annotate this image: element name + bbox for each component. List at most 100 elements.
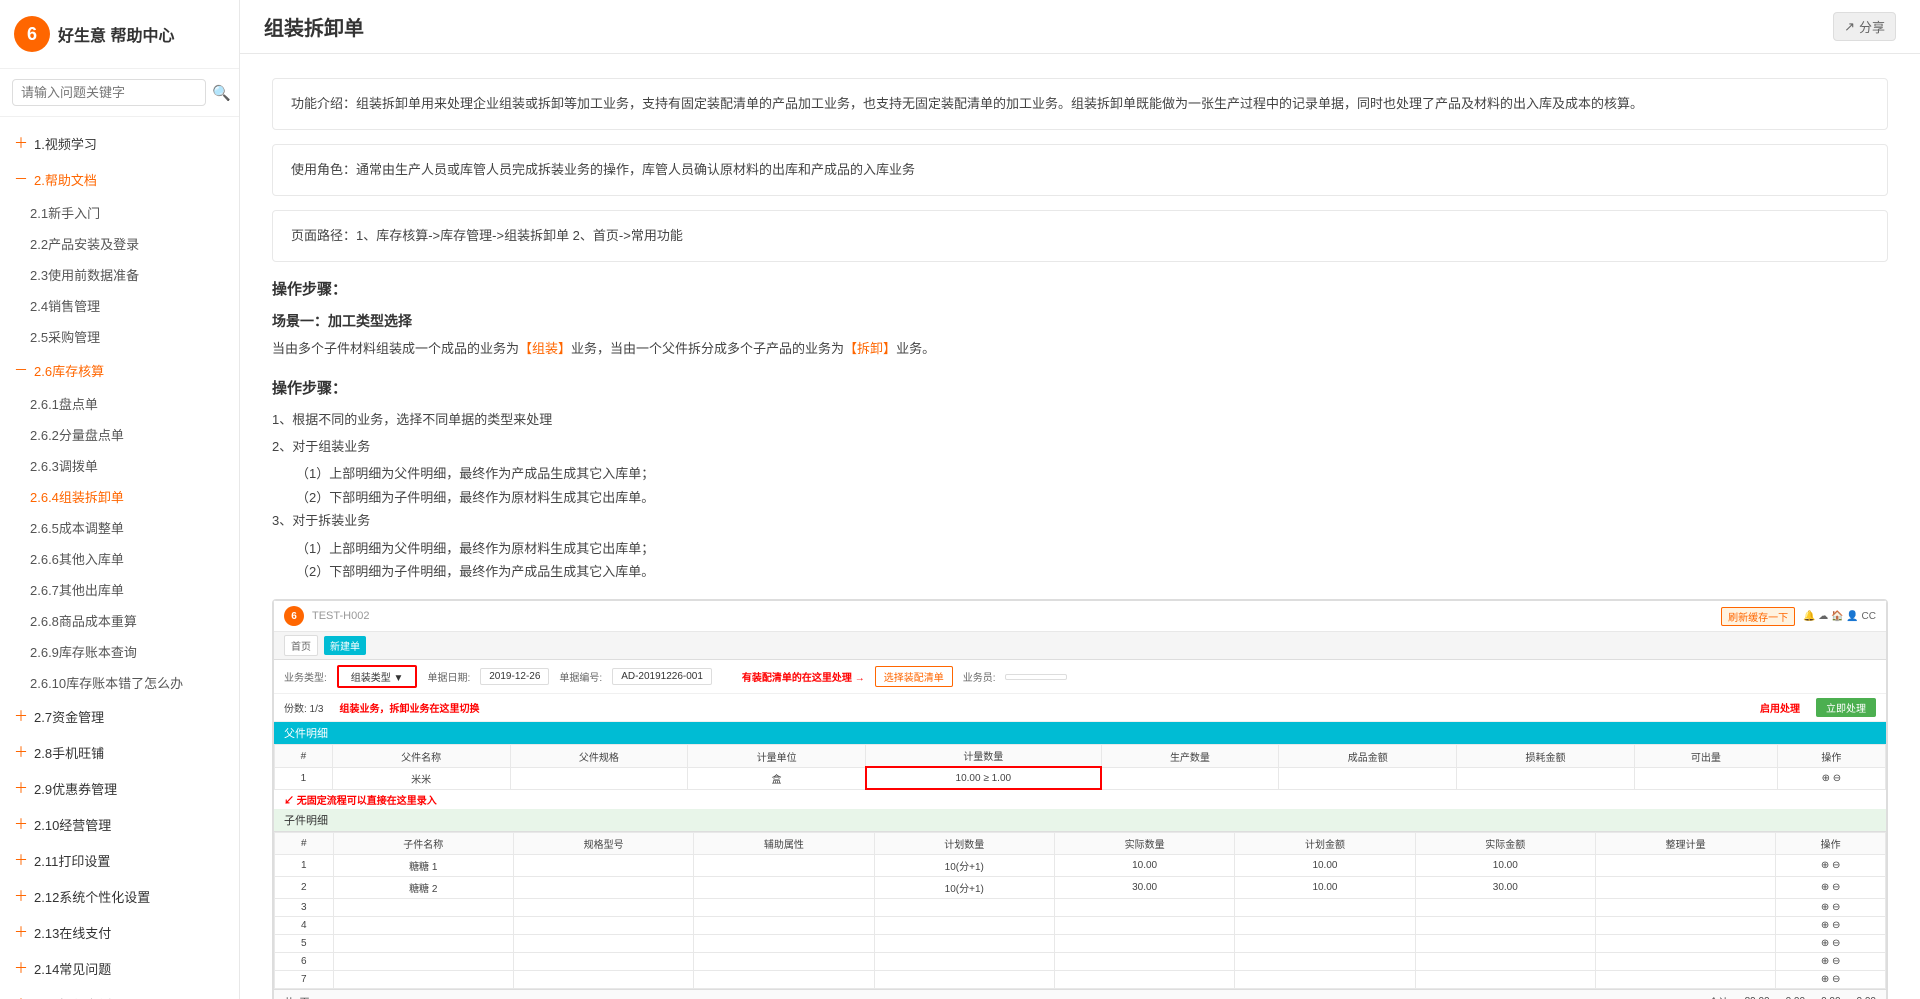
mock-sub-row-1: 1 糖糖 1 10(分+1) 10.00 10.00 10.00 ⊕ ⊖ — [275, 855, 1886, 877]
mock-sub-row-3: 3⊕ ⊖ — [275, 899, 1886, 917]
expand-icon-2-14: ＋ — [14, 958, 28, 978]
mock-sub-row-2: 2 糖糖 2 10(分+1) 30.00 10.00 30.00 ⊕ ⊖ — [275, 877, 1886, 899]
mock-th-loss: 损耗金额 — [1457, 745, 1635, 768]
nav-list: ＋ 1.视频学习 － 2.帮助文档 2.1新手入门 2.2产品安装及登录 2.3… — [0, 117, 239, 999]
intro-text: 功能介绍：组装拆卸单用来处理企业组装或拆卸等加工业务，支持有固定装配清单的产品加… — [291, 96, 1643, 111]
mock-th-qty: 计量数量 — [866, 745, 1101, 768]
mock-qty-cell[interactable]: 10.00 ≥ 1.00 — [866, 767, 1101, 789]
sidebar-item-2-9[interactable]: ＋ 2.9优惠券管理 — [0, 770, 239, 806]
expand-icon-2-10: ＋ — [14, 814, 28, 834]
mock-staff-input[interactable] — [1005, 674, 1067, 680]
mock-th-no: # — [275, 745, 333, 768]
sidebar-item-2-12[interactable]: ＋ 2.12系统个性化设置 — [0, 878, 239, 914]
mock-footer-page: 共0页 — [284, 994, 310, 999]
mock-sub-row-7: 7⊕ ⊖ — [275, 971, 1886, 989]
sidebar-item-2-3[interactable]: 2.3使用前数据准备 — [0, 259, 239, 290]
mock-top-table-container: # 父件名称 父件规格 计量单位 计量数量 生产数量 成品金额 损耗金额 可出量… — [274, 744, 1886, 790]
sidebar-item-2-6-3[interactable]: 2.6.3调拨单 — [0, 450, 239, 481]
sidebar-item-2-14[interactable]: ＋ 2.14常见问题 — [0, 950, 239, 986]
sidebar-item-2-6-5[interactable]: 2.6.5成本调整单 — [0, 512, 239, 543]
mock-sub-row-4: 4⊕ ⊖ — [275, 917, 1886, 935]
sidebar-item-2-6-2[interactable]: 2.6.2分量盘点单 — [0, 419, 239, 450]
sidebar-item-2[interactable]: － 2.帮助文档 — [0, 161, 239, 197]
sidebar-item-2-6-9[interactable]: 2.6.9库存账本查询 — [0, 636, 239, 667]
mock-form-label-type: 业务类型: — [284, 669, 327, 684]
sidebar-item-2-6[interactable]: － 2.6库存核算 — [0, 352, 239, 388]
expand-icon-2-9: ＋ — [14, 778, 28, 798]
sidebar-item-2-4[interactable]: 2.4销售管理 — [0, 290, 239, 321]
share-icon: ↗ — [1844, 19, 1855, 35]
expand-icon-2-12: ＋ — [14, 886, 28, 906]
mock-topbar-icons: 🔔 ☁ 🏠 👤 CC — [1803, 611, 1876, 622]
sidebar-item-2-2[interactable]: 2.2产品安装及登录 — [0, 228, 239, 259]
mock-type-select[interactable]: 组装类型 ▼ — [337, 665, 418, 688]
mock-num-label: 单据编号: — [559, 669, 602, 684]
share-button[interactable]: ↗ 分享 — [1833, 12, 1896, 41]
mock-th-avail: 可出量 — [1634, 745, 1777, 768]
mock-nav-row: 首页 新建单 — [274, 632, 1886, 660]
mock-batch-btn[interactable]: 立即处理 — [1816, 698, 1876, 717]
expand-icon-2-11: ＋ — [14, 850, 28, 870]
expand-icon-2-6: － — [14, 360, 28, 380]
search-box: 🔍 — [0, 69, 239, 117]
mock-sub-th-aux: 辅助属性 — [694, 833, 874, 855]
expand-icon-2-7: ＋ — [14, 706, 28, 726]
sidebar-item-2-label: 2.帮助文档 — [34, 170, 97, 189]
sidebar-item-2-6-10[interactable]: 2.6.10库存账本错了怎么办 — [0, 667, 239, 698]
screenshot-container: 6 TEST-H002 刷新缓存一下 🔔 ☁ 🏠 👤 CC 首页 新建单 业务类… — [272, 599, 1888, 999]
mock-sub-th-plan-qty: 计划数量 — [874, 833, 1054, 855]
search-input[interactable] — [12, 79, 206, 106]
mock-refresh-btn[interactable]: 刷新缓存一下 — [1721, 607, 1795, 626]
page-title: 组装拆卸单 — [264, 12, 364, 41]
sidebar-item-2-6-6[interactable]: 2.6.6其他入库单 — [0, 543, 239, 574]
expand-icon-2-15: ＋ — [14, 994, 28, 999]
sidebar-item-2-7[interactable]: ＋ 2.7资金管理 — [0, 698, 239, 734]
role-block: 使用角色：通常由生产人员或库管人员完成拆装业务的操作，库管人员确认原材料的出库和… — [272, 144, 1888, 196]
step-2-1: （1）上部明细为父件明细，最终作为产成品生成其它入库单； — [272, 462, 1888, 485]
scenario1-title: 场景一：加工类型选择 — [272, 311, 1888, 331]
mock-sub-th-no: # — [275, 833, 334, 855]
mock-date-value: 2019-12-26 — [480, 668, 549, 685]
step-2: 2、对于组装业务 — [272, 435, 1888, 458]
main-content: 组装拆卸单 ↗ 分享 功能介绍：组装拆卸单用来处理企业组装或拆卸等加工业务，支持… — [240, 0, 1920, 999]
logo-area: 6 好生意 帮助中心 — [0, 0, 239, 69]
sidebar-item-2-8[interactable]: ＋ 2.8手机旺铺 — [0, 734, 239, 770]
path-text: 页面路径：1、库存核算->库存管理->组装拆卸单 2、首页->常用功能 — [291, 228, 683, 243]
mock-tab-home[interactable]: 首页 — [284, 635, 318, 656]
sidebar-item-2-6-4[interactable]: 2.6.4组装拆卸单 — [0, 481, 239, 512]
sidebar-item-2-5[interactable]: 2.5采购管理 — [0, 321, 239, 352]
sidebar-item-2-1[interactable]: 2.1新手入门 — [0, 197, 239, 228]
mock-select-bill-btn[interactable]: 选择装配清单 — [875, 666, 953, 687]
scenario1-desc: 当由多个子件材料组装成一个成品的业务为【组装】业务，当由一个父件拆分成多个子产品… — [272, 337, 1888, 360]
ops-steps-title: 操作步骤： — [272, 377, 1888, 398]
mock-tab-active[interactable]: 新建单 — [324, 636, 366, 655]
mock-th-prod-qty: 生产数量 — [1101, 745, 1279, 768]
sidebar-item-2-10[interactable]: ＋ 2.10经营管理 — [0, 806, 239, 842]
mock-sub-th-action: 操作 — [1776, 833, 1886, 855]
mock-section-bottom-label: 子件明细 — [284, 812, 328, 828]
step-2-2: （2）下部明细为子件明细，最终作为原材料生成其它出库单。 — [272, 486, 1888, 509]
mock-date-label: 单据日期: — [427, 669, 470, 684]
mock-sub-th-actual-amt: 实际金额 — [1415, 833, 1595, 855]
sidebar-item-1[interactable]: ＋ 1.视频学习 — [0, 125, 239, 161]
sidebar-item-2-6-7[interactable]: 2.6.7其他出库单 — [0, 574, 239, 605]
content-area: 功能介绍：组装拆卸单用来处理企业组装或拆卸等加工业务，支持有固定装配清单的产品加… — [240, 54, 1920, 999]
sidebar-item-2-6-1[interactable]: 2.6.1盘点单 — [0, 388, 239, 419]
mock-th-parent-spec: 父件规格 — [510, 745, 688, 768]
mock-sub-th-plan-amt: 计划金额 — [1235, 833, 1415, 855]
sidebar-item-2-13[interactable]: ＋ 2.13在线支付 — [0, 914, 239, 950]
mock-sub-th-actual-qty: 实际数量 — [1054, 833, 1234, 855]
sidebar-item-2-11[interactable]: ＋ 2.11打印设置 — [0, 842, 239, 878]
search-icon[interactable]: 🔍 — [212, 84, 231, 102]
step-3: 3、对于拆装业务 — [272, 509, 1888, 532]
step-3-1: （1）上部明细为父件明细，最终作为原材料生成其它出库单； — [272, 537, 1888, 560]
sidebar-item-2-15[interactable]: ＋ 2.15操作案例 — [0, 986, 239, 999]
mock-app: 6 TEST-H002 刷新缓存一下 🔔 ☁ 🏠 👤 CC 首页 新建单 业务类… — [273, 600, 1887, 999]
sidebar: 6 好生意 帮助中心 🔍 ＋ 1.视频学习 － 2.帮助文档 2.1新手入门 2… — [0, 0, 240, 999]
mock-th-parent-name: 父件名称 — [332, 745, 510, 768]
expand-icon-1: ＋ — [14, 133, 28, 153]
sidebar-item-2-6-8[interactable]: 2.6.8商品成本重算 — [0, 605, 239, 636]
mock-annotation-business: 组装业务，拆卸业务在这里切换 — [339, 700, 479, 715]
sidebar-item-1-label: 1.视频学习 — [34, 134, 97, 153]
mock-th-prod-amt: 成品金额 — [1279, 745, 1457, 768]
